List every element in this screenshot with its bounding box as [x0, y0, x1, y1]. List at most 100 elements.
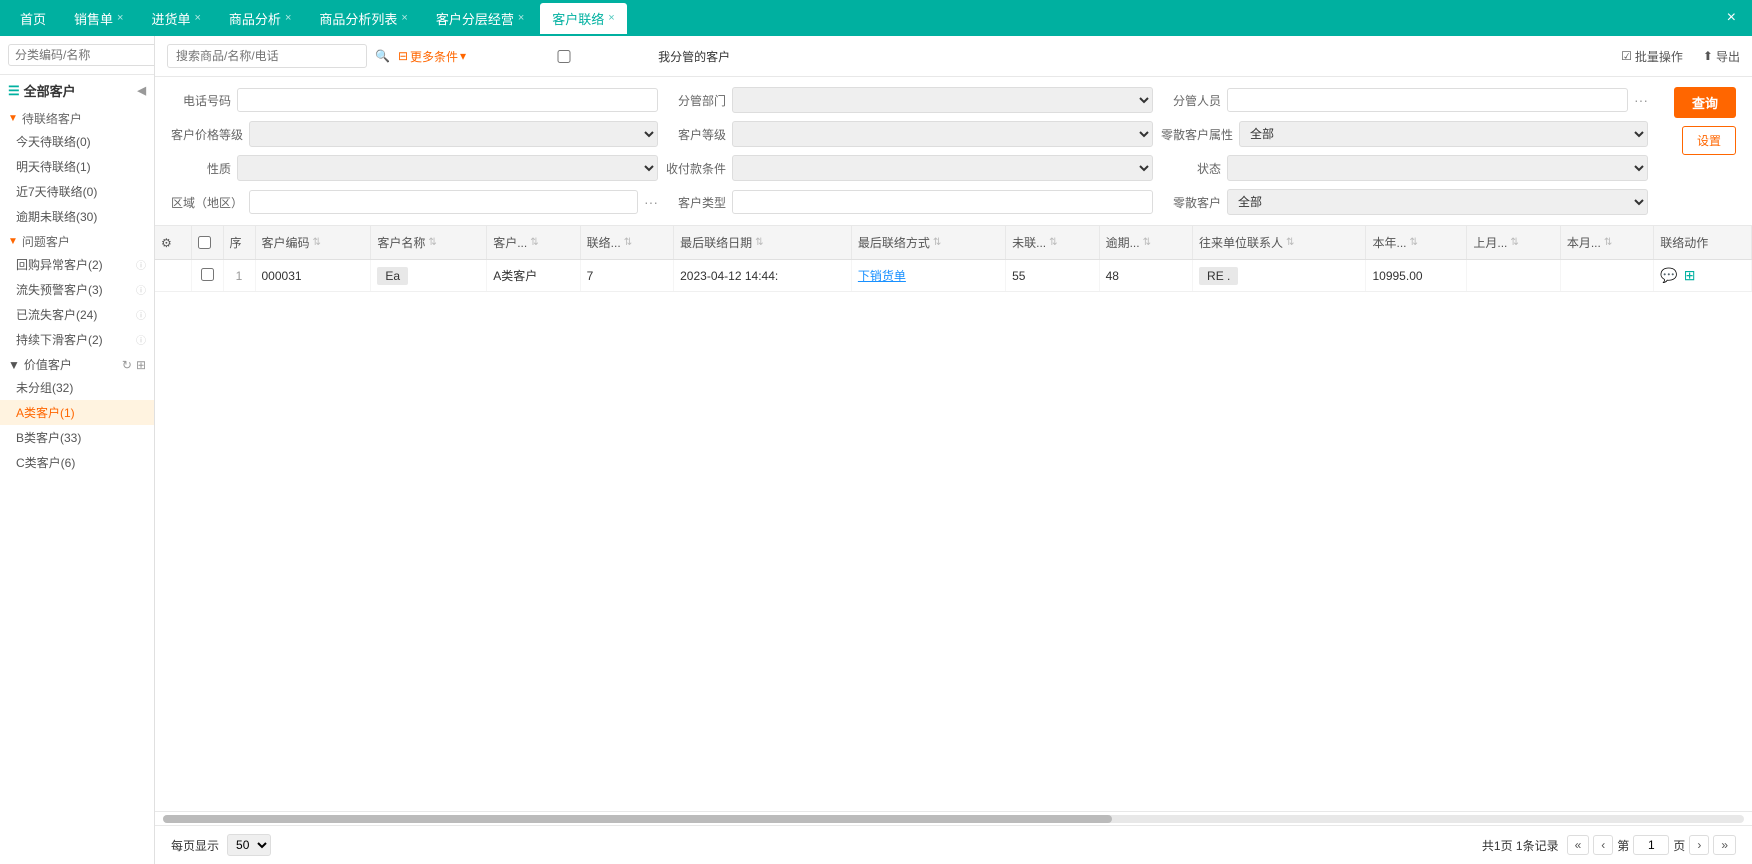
info-icon-churn: ⓘ	[136, 282, 146, 297]
close-contact-icon[interactable]: ×	[608, 12, 614, 24]
next-page-btn[interactable]: ›	[1689, 835, 1709, 855]
sidebar-item-a-class[interactable]: A类客户(1)	[0, 400, 154, 425]
sort-thisyear-icon: ⇅	[1410, 237, 1418, 248]
pagination-bar: 每页显示 50 共1页 1条记录 « ‹ 第 页 › »	[155, 825, 1752, 864]
page-label: 第	[1617, 837, 1629, 854]
category-search-input[interactable]	[8, 44, 155, 66]
contact-action-icon[interactable]: 💬	[1660, 267, 1677, 284]
filter-cell-phone: 电话号码	[171, 88, 658, 112]
sidebar-item-today-contact[interactable]: 今天待联络(0)	[0, 129, 154, 154]
scrollbar-thumb[interactable]	[163, 815, 1112, 823]
more-conditions-btn[interactable]: ⊟ 更多条件 ▾	[398, 48, 466, 65]
export-btn[interactable]: ⬆ 导出	[1703, 48, 1740, 65]
page-nav: « ‹ 第 页 › »	[1567, 835, 1736, 855]
price-level-select[interactable]	[249, 121, 658, 147]
th-contact-count[interactable]: 联络...⇅	[580, 226, 673, 260]
th-not-contacted[interactable]: 未联...⇅	[1006, 226, 1099, 260]
close-purchase-icon[interactable]: ×	[194, 12, 200, 24]
sidebar-item-b-class[interactable]: B类客户(33)	[0, 425, 154, 450]
close-segment-icon[interactable]: ×	[518, 12, 524, 24]
filter-right-actions: 查询 设置	[1656, 87, 1736, 215]
bulk-operation-btn[interactable]: ☑ 批量操作	[1621, 48, 1683, 65]
close-sales-icon[interactable]: ×	[117, 12, 123, 24]
scrollbar-track[interactable]	[163, 815, 1744, 823]
th-contact-person[interactable]: 往来单位联系人⇅	[1193, 226, 1366, 260]
table-row: 1 000031 Ea A类客户 7 2023-04-12 14:44: 下销货…	[155, 260, 1752, 292]
nav-customer-segment[interactable]: 客户分层经营 ×	[424, 3, 536, 34]
value-group-settings-icon[interactable]: ⊞	[136, 358, 146, 372]
search-submit-icon[interactable]: 🔍	[375, 49, 390, 63]
close-product-analysis-icon[interactable]: ×	[285, 12, 291, 24]
first-page-btn[interactable]: «	[1567, 835, 1590, 855]
row-checkbox-cell[interactable]	[191, 260, 223, 292]
sort-contact-icon: ⇅	[624, 237, 632, 248]
value-group-refresh-icon[interactable]: ↻	[122, 358, 132, 372]
nav-customer-contact[interactable]: 客户联络 ×	[540, 3, 626, 34]
query-button[interactable]: 查询	[1674, 87, 1736, 118]
th-this-month[interactable]: 本月...⇅	[1560, 226, 1653, 260]
filter-cell-retail-customer: 零散客户 全部	[1161, 189, 1648, 215]
sidebar-item-unclassified[interactable]: 未分组(32)	[0, 375, 154, 400]
payment-select[interactable]	[732, 155, 1153, 181]
page-number-input[interactable]	[1633, 835, 1669, 855]
per-page-select[interactable]: 50	[227, 834, 271, 856]
info-icon-churned: ⓘ	[136, 307, 146, 322]
sidebar-item-7day-contact[interactable]: 近7天待联络(0)	[0, 179, 154, 204]
th-overdue[interactable]: 逾期...⇅	[1099, 226, 1192, 260]
retail-attr-select[interactable]: 全部	[1239, 121, 1648, 147]
more-action-icon[interactable]: ⊞	[1684, 267, 1696, 284]
region-dots-icon[interactable]: ···	[644, 194, 658, 210]
nav-purchase[interactable]: 进货单 ×	[139, 3, 212, 34]
close-product-list-icon[interactable]: ×	[401, 12, 407, 24]
settings-icon[interactable]: ⚙	[161, 236, 172, 250]
sort-name-icon: ⇅	[428, 237, 436, 248]
manager-input[interactable]	[1227, 88, 1628, 112]
manager-dots-icon[interactable]: ···	[1634, 92, 1648, 108]
sidebar-item-c-class[interactable]: C类客户(6)	[0, 450, 154, 475]
nav-home[interactable]: 首页	[8, 3, 58, 34]
customer-level-select[interactable]	[732, 121, 1153, 147]
window-close-button[interactable]: ×	[1719, 5, 1744, 31]
all-customers-header[interactable]: ☰ 全部客户 ◀	[0, 75, 154, 106]
phone-input[interactable]	[237, 88, 658, 112]
sidebar-item-overdue-contact[interactable]: 逾期未联络(30)	[0, 204, 154, 229]
th-customer-name[interactable]: 客户名称⇅	[371, 226, 487, 260]
horizontal-scrollbar[interactable]	[155, 811, 1752, 825]
th-customer-level[interactable]: 客户...⇅	[487, 226, 580, 260]
customer-type-input[interactable]	[732, 190, 1153, 214]
last-page-btn[interactable]: »	[1713, 835, 1736, 855]
sidebar-item-churned[interactable]: 已流失客户(24) ⓘ	[0, 302, 154, 327]
filter-cell-region: 区域（地区） ···	[171, 190, 658, 214]
table-header-row: ⚙ 序 客户编码⇅ 客户名称⇅	[155, 226, 1752, 260]
th-last-month[interactable]: 上月...⇅	[1467, 226, 1560, 260]
search-input[interactable]	[167, 44, 367, 68]
dept-select[interactable]	[732, 87, 1153, 113]
th-last-contact-date[interactable]: 最后联络日期⇅	[674, 226, 852, 260]
th-this-year[interactable]: 本年...⇅	[1366, 226, 1467, 260]
sidebar-item-tomorrow-contact[interactable]: 明天待联络(1)	[0, 154, 154, 179]
nav-sales[interactable]: 销售单 ×	[62, 3, 135, 34]
region-input[interactable]	[249, 190, 638, 214]
select-all-checkbox[interactable]	[198, 236, 211, 249]
row-checkbox[interactable]	[201, 268, 214, 281]
row-last-contact-method-cell[interactable]: 下销货单	[851, 260, 1005, 292]
sidebar-item-declining[interactable]: 持续下滑客户(2) ⓘ	[0, 327, 154, 352]
retail-customer-select[interactable]: 全部	[1227, 189, 1648, 215]
collapse-all-icon[interactable]: ◀	[138, 84, 146, 97]
nature-select[interactable]	[237, 155, 658, 181]
sidebar-item-abnormal-repurchase[interactable]: 回购异常客户(2) ⓘ	[0, 252, 154, 277]
settings-button[interactable]: 设置	[1682, 126, 1736, 155]
nav-product-analysis-list[interactable]: 商品分析列表 ×	[307, 3, 419, 34]
sidebar-item-churn-warning[interactable]: 流失预警客户(3) ⓘ	[0, 277, 154, 302]
sort-method-icon: ⇅	[933, 237, 941, 248]
prev-page-btn[interactable]: ‹	[1593, 835, 1613, 855]
th-checkbox[interactable]	[191, 226, 223, 260]
my-customers-checkbox-label[interactable]: 我分管的客户	[474, 48, 730, 65]
nav-product-analysis[interactable]: 商品分析 ×	[217, 3, 303, 34]
th-last-contact-method[interactable]: 最后联络方式⇅	[851, 226, 1005, 260]
th-customer-code[interactable]: 客户编码⇅	[255, 226, 371, 260]
status-select[interactable]	[1227, 155, 1648, 181]
th-settings[interactable]: ⚙	[155, 226, 191, 260]
last-contact-method-link[interactable]: 下销货单	[858, 269, 906, 283]
my-customers-checkbox[interactable]	[474, 50, 654, 63]
